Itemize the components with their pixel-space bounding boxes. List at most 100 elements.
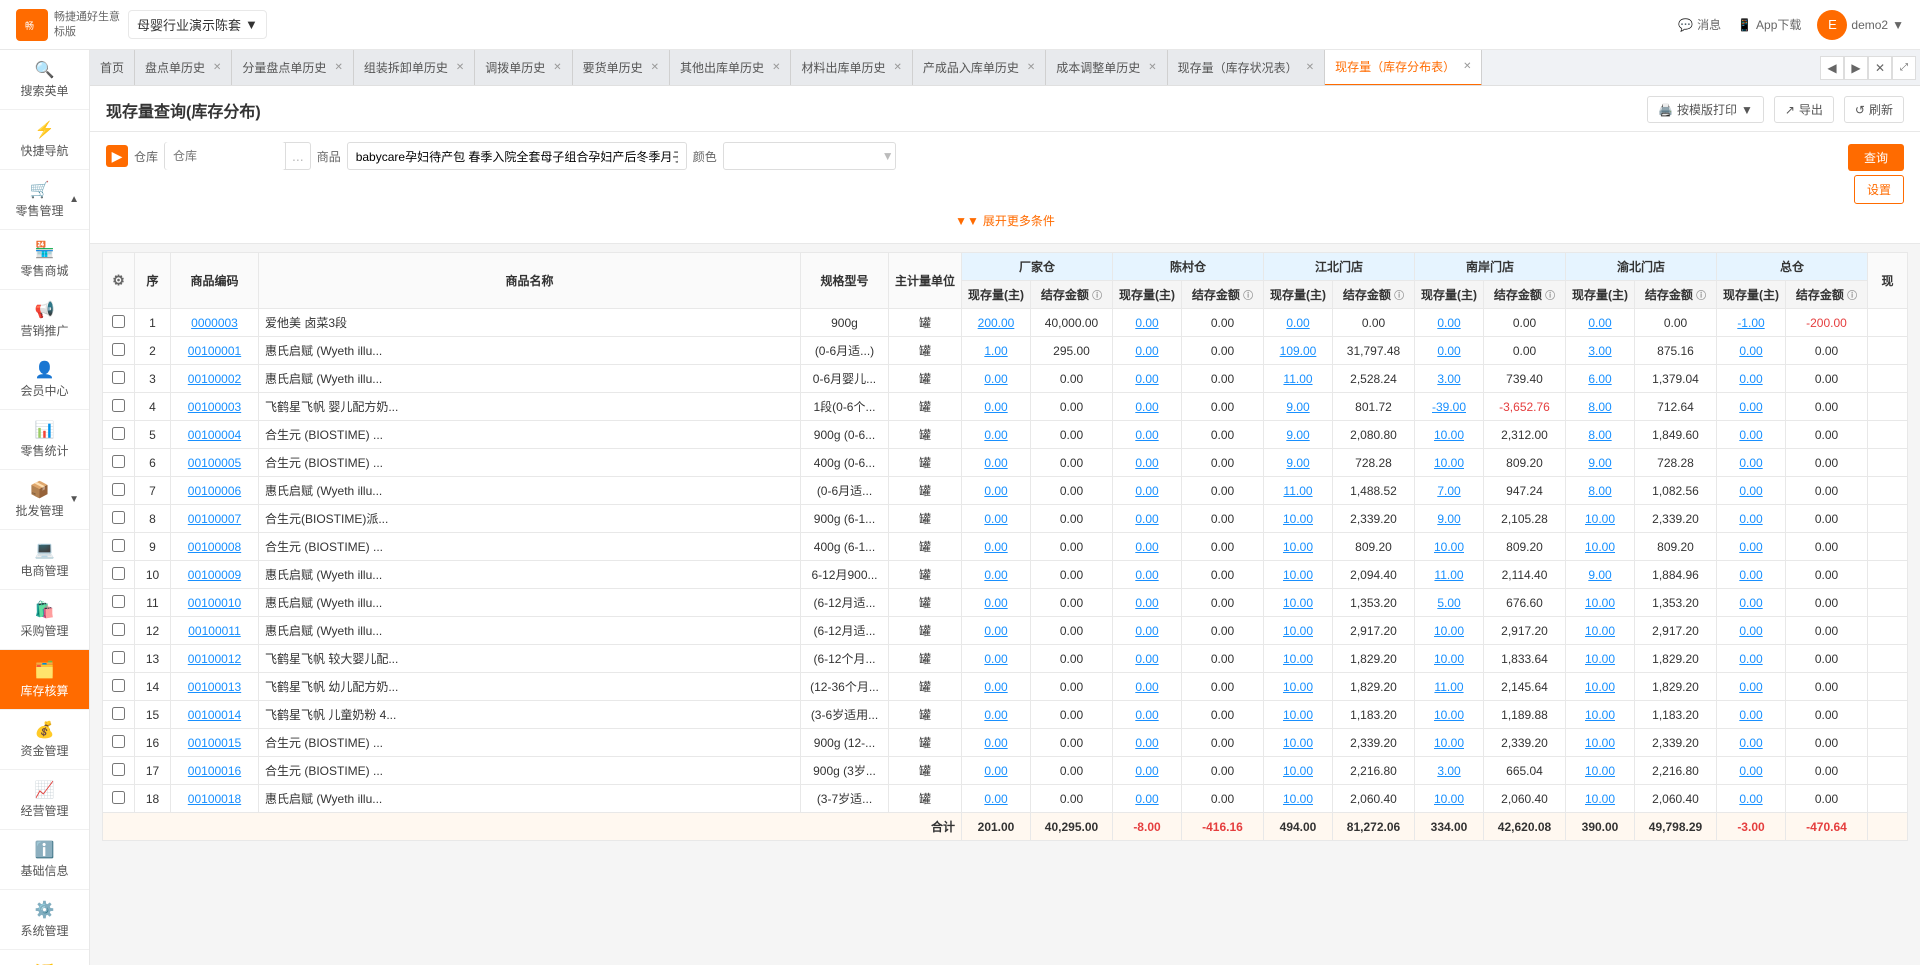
tab-requisition[interactable]: 要货单历史 ✕	[573, 50, 670, 86]
row-checkbox[interactable]	[103, 337, 135, 365]
row-wh2-amt: 0.00	[1182, 337, 1264, 365]
row-checkbox[interactable]	[103, 617, 135, 645]
warehouse-dots-btn[interactable]: ...	[285, 143, 310, 169]
row-wh2-qty: 0.00	[1113, 757, 1182, 785]
row-wh4-qty: 10.00	[1415, 449, 1484, 477]
sidebar-item-inventory[interactable]: 🗂️ 库存核算	[0, 650, 89, 710]
tab-transfer[interactable]: 调拨单历史 ✕	[475, 50, 572, 86]
sidebar-item-system[interactable]: ⚙️ 系统管理	[0, 890, 89, 950]
tab-material-out[interactable]: 材料出库单历史 ✕	[791, 50, 912, 86]
color-input[interactable]	[723, 142, 896, 170]
row-checkbox[interactable]	[103, 757, 135, 785]
row-wh2-qty: 0.00	[1113, 589, 1182, 617]
row-checkbox[interactable]	[103, 785, 135, 813]
refresh-icon: ↺	[1855, 103, 1865, 117]
query-btn[interactable]: 查询	[1848, 144, 1904, 171]
info-icon-2[interactable]: ⓘ	[1243, 291, 1253, 302]
message-btn[interactable]: 💬 消息	[1678, 16, 1721, 33]
row-wh3-qty: 11.00	[1264, 365, 1333, 393]
tab-close-cost-adjust[interactable]: ✕	[1148, 62, 1156, 73]
row-checkbox[interactable]	[103, 561, 135, 589]
tab-home[interactable]: 首页	[90, 50, 135, 86]
setting-btn[interactable]: 设置	[1854, 175, 1904, 204]
tab-close-transfer[interactable]: ✕	[553, 62, 561, 73]
sidebar-item-retail-stat[interactable]: 📊 零售统计	[0, 410, 89, 470]
row-checkbox[interactable]	[103, 309, 135, 337]
sidebar-item-member[interactable]: 👤 会员中心	[0, 350, 89, 410]
tab-close-stocktake2[interactable]: ✕	[334, 62, 342, 73]
tab-next-btn[interactable]: ▶	[1844, 56, 1868, 80]
info-icon-3[interactable]: ⓘ	[1394, 291, 1404, 302]
refresh-btn[interactable]: ↺ 刷新	[1844, 96, 1904, 123]
tab-product-in[interactable]: 产成品入库单历史 ✕	[913, 50, 1046, 86]
summary-wh4-amt: 42,620.08	[1484, 813, 1566, 841]
tab-maximize-btn[interactable]: ⤢	[1892, 56, 1916, 80]
tab-inventory-dist[interactable]: 现存量（库存分布表） ✕	[1325, 50, 1482, 86]
row-checkbox[interactable]	[103, 645, 135, 673]
tab-prev-btn[interactable]: ◀	[1820, 56, 1844, 80]
info-icon-1[interactable]: ⓘ	[1092, 291, 1102, 302]
tab-stocktake2[interactable]: 分量盘点单历史 ✕	[232, 50, 353, 86]
tab-close-stocktake[interactable]: ✕	[213, 62, 221, 73]
row-index: 9	[135, 533, 171, 561]
row-spec: 900g (3岁...	[800, 757, 888, 785]
tab-close-all-btn[interactable]: ✕	[1868, 56, 1892, 80]
row-checkbox[interactable]	[103, 477, 135, 505]
tab-cost-adjust[interactable]: 成本调整单历史 ✕	[1046, 50, 1167, 86]
sidebar-item-enterprise[interactable]: 🤝 企业协同	[0, 950, 89, 965]
print-btn[interactable]: 🖨️ 按模版打印 ▼	[1647, 96, 1764, 123]
settings-icon[interactable]: ⚙	[112, 272, 125, 288]
tab-close-disassemble[interactable]: ✕	[456, 62, 464, 73]
row-checkbox[interactable]	[103, 701, 135, 729]
sidebar-item-purchase[interactable]: 🛍️ 采购管理	[0, 590, 89, 650]
tab-close-inventory-status[interactable]: ✕	[1306, 62, 1314, 73]
row-checkbox[interactable]	[103, 673, 135, 701]
col-settings-header[interactable]: ⚙	[103, 253, 135, 309]
tab-inventory-status[interactable]: 现存量（库存状况表） ✕	[1168, 50, 1325, 86]
row-checkbox[interactable]	[103, 421, 135, 449]
tab-close-requisition[interactable]: ✕	[651, 62, 659, 73]
goods-input[interactable]	[347, 142, 687, 170]
tab-close-product-in[interactable]: ✕	[1027, 62, 1035, 73]
tab-close-inventory-dist[interactable]: ✕	[1463, 61, 1471, 72]
row-unit: 罐	[888, 645, 961, 673]
sidebar-item-retail-shop[interactable]: 🏪 零售商城	[0, 230, 89, 290]
user-avatar[interactable]: E demo2 ▼	[1817, 10, 1904, 40]
row-checkbox[interactable]	[103, 449, 135, 477]
sidebar-item-marketing[interactable]: 📢 营销推广	[0, 290, 89, 350]
row-code: 00100007	[171, 505, 259, 533]
row-checkbox[interactable]	[103, 533, 135, 561]
sidebar-item-finance[interactable]: 💰 资金管理	[0, 710, 89, 770]
expand-more-btn[interactable]: ▼▼ 展开更多条件	[947, 208, 1063, 233]
sidebar-item-shortcut[interactable]: ⚡ 快捷导航	[0, 110, 89, 170]
col-wh3-qty: 现存量(主)	[1264, 281, 1333, 309]
sidebar-item-basic[interactable]: ℹ️ 基础信息	[0, 830, 89, 890]
store-selector[interactable]: 母婴行业演示陈套 ▼	[128, 10, 267, 39]
tab-other-out[interactable]: 其他出库单历史 ✕	[670, 50, 791, 86]
row-index: 18	[135, 785, 171, 813]
tab-close-material-out[interactable]: ✕	[893, 62, 901, 73]
export-btn[interactable]: ↗ 导出	[1774, 96, 1834, 123]
row-checkbox[interactable]	[103, 505, 135, 533]
info-icon-4[interactable]: ⓘ	[1545, 291, 1555, 302]
warehouse-input[interactable]	[165, 142, 285, 170]
sidebar-item-retail-mgmt[interactable]: 🛒 零售管理 ▲	[0, 170, 89, 230]
info-icon-5[interactable]: ⓘ	[1696, 291, 1706, 302]
tab-close-other-out[interactable]: ✕	[772, 62, 780, 73]
info-icon-6[interactable]: ⓘ	[1847, 291, 1857, 302]
tab-disassemble[interactable]: 组装拆卸单历史 ✕	[354, 50, 475, 86]
sidebar-item-search[interactable]: 🔍 搜索英单	[0, 50, 89, 110]
row-checkbox[interactable]	[103, 729, 135, 757]
row-checkbox[interactable]	[103, 393, 135, 421]
sidebar-item-ecommerce[interactable]: 💻 电商管理	[0, 530, 89, 590]
sidebar-item-wholesale[interactable]: 📦 批发管理 ▼	[0, 470, 89, 530]
sidebar-item-operations[interactable]: 📈 经营管理	[0, 770, 89, 830]
row-name: 合生元 (BIOSTIME) ...	[259, 757, 801, 785]
row-wh4-qty: 3.00	[1415, 757, 1484, 785]
app-download-btn[interactable]: 📱 App下载	[1737, 16, 1801, 33]
row-checkbox[interactable]	[103, 589, 135, 617]
row-checkbox[interactable]	[103, 365, 135, 393]
tab-stocktake[interactable]: 盘点单历史 ✕	[135, 50, 232, 86]
expand-section-btn[interactable]: ▶	[106, 145, 128, 167]
row-spec: 400g (0-6...	[800, 449, 888, 477]
